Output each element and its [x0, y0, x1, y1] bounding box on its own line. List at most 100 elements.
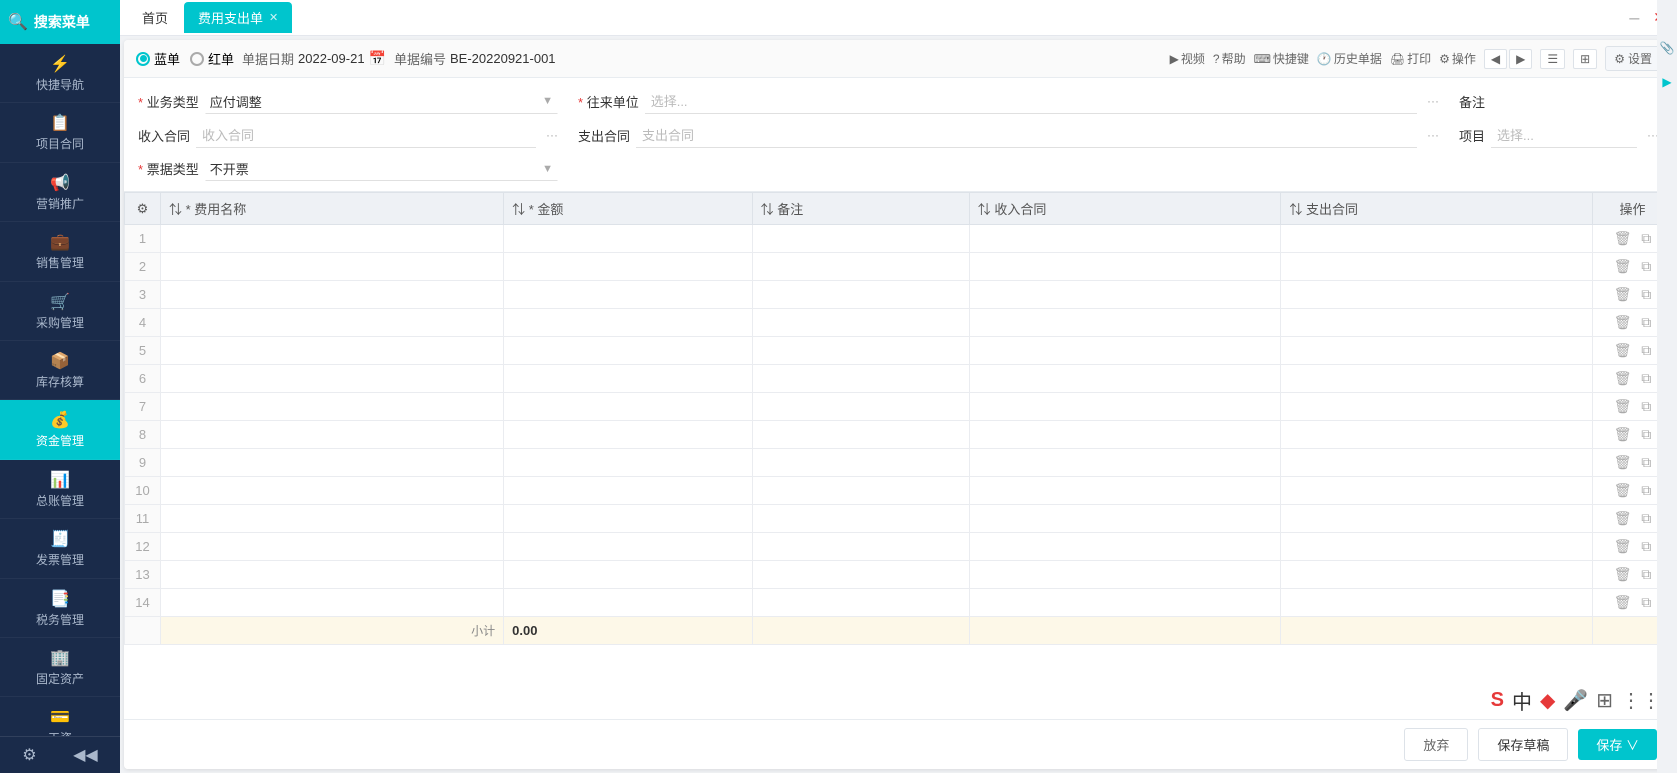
- sort-icon-expense[interactable]: ⇅: [1289, 202, 1302, 217]
- row-9-expense-contract[interactable]: [1281, 449, 1593, 477]
- row-10-expense-contract[interactable]: [1281, 477, 1593, 505]
- row-3-income-contract[interactable]: [969, 281, 1281, 309]
- row-10-delete-btn[interactable]: 🗑: [1611, 481, 1635, 500]
- row-1-expense-contract[interactable]: [1281, 225, 1593, 253]
- row-3-amount[interactable]: [504, 281, 753, 309]
- table-row[interactable]: 6 🗑 ⧉: [125, 365, 1673, 393]
- settings-btn[interactable]: ⚙ 设置: [1605, 46, 1661, 71]
- doc-num-value[interactable]: BE-20220921-001: [450, 51, 556, 66]
- save-draft-button[interactable]: 保存草稿: [1478, 728, 1568, 761]
- row-9-delete-btn[interactable]: 🗑: [1611, 453, 1635, 472]
- invoice-type-select[interactable]: 不开票 ▼: [205, 156, 558, 181]
- row-12-note[interactable]: [752, 533, 969, 561]
- row-9-expense-name[interactable]: [161, 449, 504, 477]
- table-row[interactable]: 4 🗑 ⧉: [125, 309, 1673, 337]
- row-5-expense-name[interactable]: [161, 337, 504, 365]
- brand-grid-icon[interactable]: ⊞: [1596, 688, 1613, 713]
- row-6-expense-name[interactable]: [161, 365, 504, 393]
- row-14-copy-btn[interactable]: ⧉: [1638, 593, 1654, 612]
- right-expand-icon[interactable]: ▶: [1660, 75, 1674, 89]
- col-gear[interactable]: ⚙: [125, 193, 161, 225]
- row-1-note[interactable]: [752, 225, 969, 253]
- row-4-expense-name[interactable]: [161, 309, 504, 337]
- row-5-note[interactable]: [752, 337, 969, 365]
- tab-home[interactable]: 首页: [128, 2, 182, 33]
- row-12-delete-btn[interactable]: 🗑: [1611, 537, 1635, 556]
- window-minimize-btn[interactable]: ─: [1625, 8, 1643, 28]
- row-6-copy-btn[interactable]: ⧉: [1638, 369, 1654, 388]
- row-2-delete-btn[interactable]: 🗑: [1611, 257, 1635, 276]
- row-9-income-contract[interactable]: [969, 449, 1281, 477]
- row-10-amount[interactable]: [504, 477, 753, 505]
- row-8-amount[interactable]: [504, 421, 753, 449]
- row-5-amount[interactable]: [504, 337, 753, 365]
- row-4-note[interactable]: [752, 309, 969, 337]
- expense-contract-dots[interactable]: ···: [1427, 128, 1439, 142]
- row-5-delete-btn[interactable]: 🗑: [1611, 341, 1635, 360]
- row-1-delete-btn[interactable]: 🗑: [1611, 229, 1635, 248]
- row-8-copy-btn[interactable]: ⧉: [1638, 425, 1654, 444]
- sidebar-item-quick-nav[interactable]: ⚡ 快捷导航: [0, 44, 120, 103]
- biz-type-select[interactable]: 应付调整 ▼: [205, 89, 558, 114]
- row-1-copy-btn[interactable]: ⧉: [1638, 229, 1654, 248]
- row-4-delete-btn[interactable]: 🗑: [1611, 313, 1635, 332]
- row-5-copy-btn[interactable]: ⧉: [1638, 341, 1654, 360]
- row-5-income-contract[interactable]: [969, 337, 1281, 365]
- table-row[interactable]: 10 🗑 ⧉: [125, 477, 1673, 505]
- sidebar-item-accounting[interactable]: 📊 总账管理: [0, 460, 120, 519]
- discard-button[interactable]: 放弃: [1404, 728, 1468, 761]
- row-1-income-contract[interactable]: [969, 225, 1281, 253]
- row-10-expense-name[interactable]: [161, 477, 504, 505]
- row-2-income-contract[interactable]: [969, 253, 1281, 281]
- row-13-expense-name[interactable]: [161, 561, 504, 589]
- row-14-delete-btn[interactable]: 🗑: [1611, 593, 1635, 612]
- sidebar-item-capital-mgmt[interactable]: 💰 资金管理: [0, 400, 120, 459]
- row-13-amount[interactable]: [504, 561, 753, 589]
- row-8-delete-btn[interactable]: 🗑: [1611, 425, 1635, 444]
- row-10-income-contract[interactable]: [969, 477, 1281, 505]
- row-13-note[interactable]: [752, 561, 969, 589]
- table-row[interactable]: 1 🗑 ⧉: [125, 225, 1673, 253]
- row-3-expense-contract[interactable]: [1281, 281, 1593, 309]
- row-4-copy-btn[interactable]: ⧉: [1638, 313, 1654, 332]
- sidebar-item-fixed-assets[interactable]: 🏢 固定资产: [0, 638, 120, 697]
- row-6-delete-btn[interactable]: 🗑: [1611, 369, 1635, 388]
- row-12-expense-name[interactable]: [161, 533, 504, 561]
- sort-icon-income[interactable]: ⇅: [978, 202, 991, 217]
- table-row[interactable]: 3 🗑 ⧉: [125, 281, 1673, 309]
- table-row[interactable]: 14 🗑 ⧉: [125, 589, 1673, 617]
- row-11-amount[interactable]: [504, 505, 753, 533]
- radio-red[interactable]: 红单: [190, 49, 234, 68]
- nav-next-btn[interactable]: ▶: [1509, 49, 1532, 69]
- sidebar-item-inventory[interactable]: 📦 库存核算: [0, 341, 120, 400]
- income-contract-dots[interactable]: ···: [546, 128, 558, 142]
- table-row[interactable]: 11 🗑 ⧉: [125, 505, 1673, 533]
- row-12-copy-btn[interactable]: ⧉: [1638, 537, 1654, 556]
- table-row[interactable]: 12 🗑 ⧉: [125, 533, 1673, 561]
- table-row[interactable]: 9 🗑 ⧉: [125, 449, 1673, 477]
- row-7-delete-btn[interactable]: 🗑: [1611, 397, 1635, 416]
- row-7-note[interactable]: [752, 393, 969, 421]
- row-7-expense-name[interactable]: [161, 393, 504, 421]
- row-14-note[interactable]: [752, 589, 969, 617]
- partner-dots[interactable]: ···: [1427, 94, 1439, 108]
- row-13-copy-btn[interactable]: ⧉: [1638, 565, 1654, 584]
- sort-icon-expense-name[interactable]: ⇅: [169, 202, 182, 217]
- row-10-note[interactable]: [752, 477, 969, 505]
- sidebar-item-marketing[interactable]: 📢 营销推广: [0, 163, 120, 222]
- partner-input[interactable]: 选择...: [645, 88, 1417, 114]
- help-btn[interactable]: ? 帮助: [1213, 50, 1246, 67]
- row-3-delete-btn[interactable]: 🗑: [1611, 285, 1635, 304]
- table-row[interactable]: 5 🗑 ⧉: [125, 337, 1673, 365]
- row-2-expense-name[interactable]: [161, 253, 504, 281]
- row-9-copy-btn[interactable]: ⧉: [1638, 453, 1654, 472]
- sort-icon-amount[interactable]: ⇅: [512, 202, 525, 217]
- row-8-expense-name[interactable]: [161, 421, 504, 449]
- row-3-expense-name[interactable]: [161, 281, 504, 309]
- row-1-expense-name[interactable]: [161, 225, 504, 253]
- sidebar-item-sales-mgmt[interactable]: 💼 销售管理: [0, 222, 120, 281]
- row-2-copy-btn[interactable]: ⧉: [1638, 257, 1654, 276]
- row-12-income-contract[interactable]: [969, 533, 1281, 561]
- row-7-expense-contract[interactable]: [1281, 393, 1593, 421]
- row-12-amount[interactable]: [504, 533, 753, 561]
